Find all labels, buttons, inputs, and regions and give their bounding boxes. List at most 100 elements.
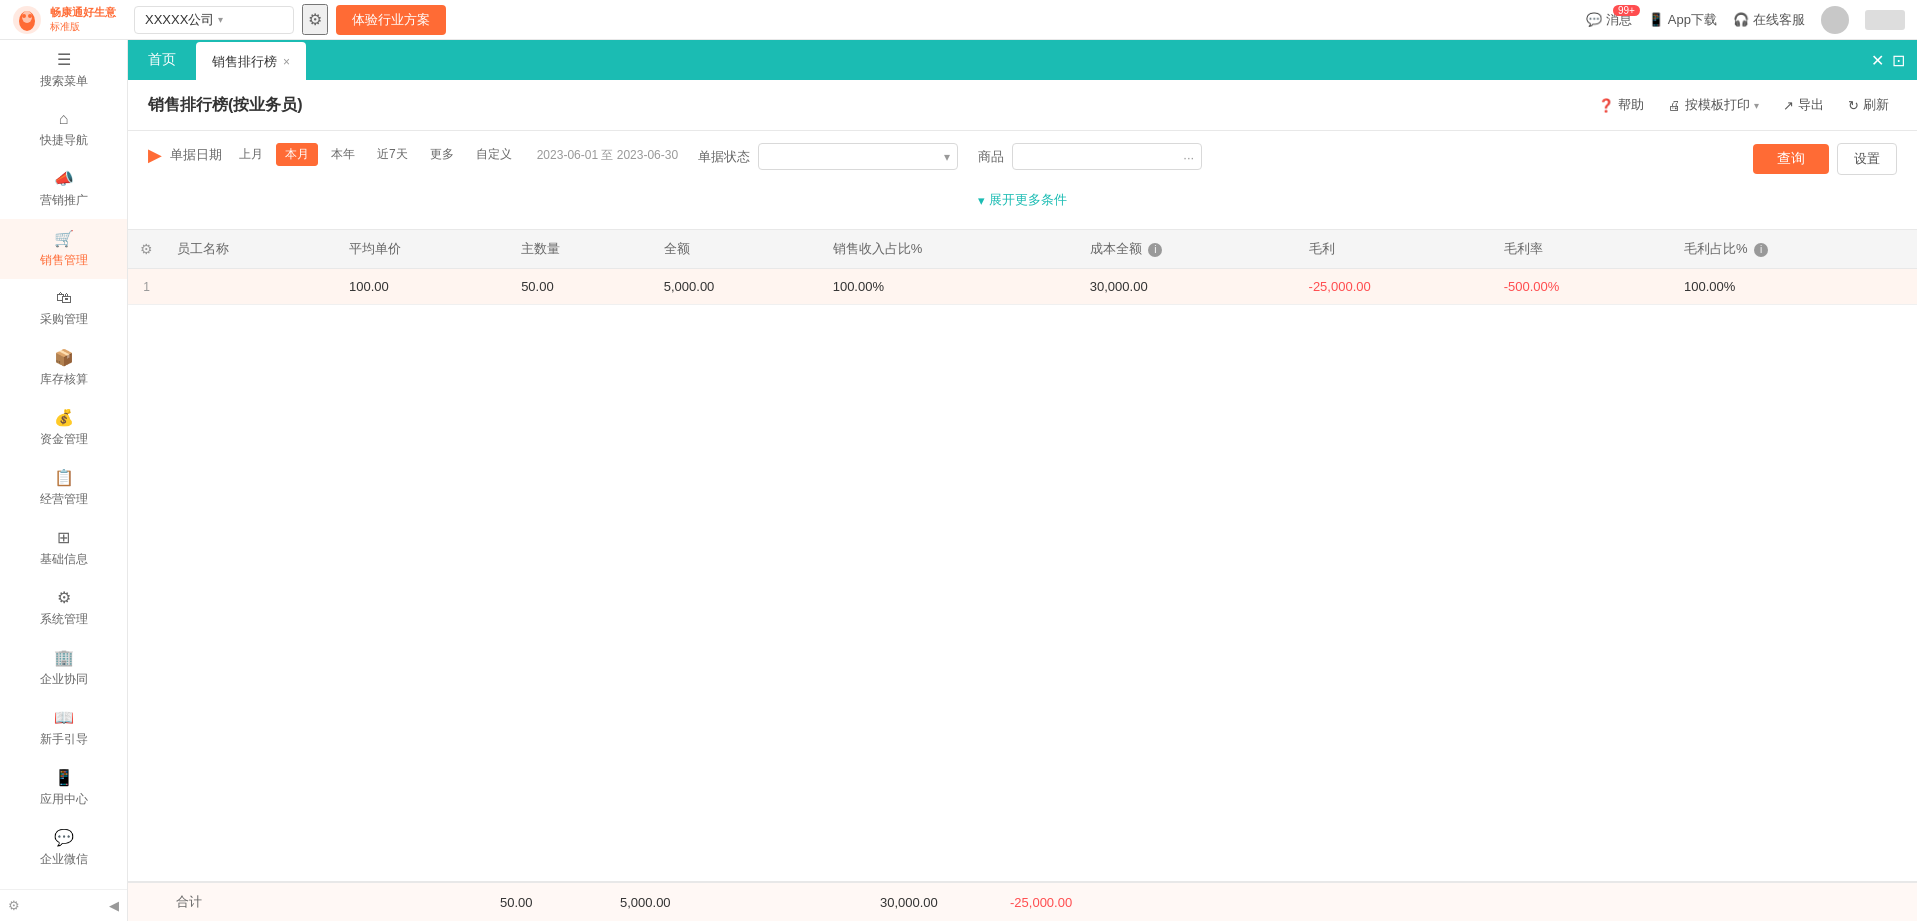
tab-close-button[interactable]: × — [283, 55, 290, 69]
total-cost: 30,000.00 — [880, 895, 1010, 910]
sales-icon: 🛒 — [54, 229, 74, 248]
print-dropdown-arrow: ▾ — [1754, 100, 1759, 111]
page-actions: ❓ 帮助 🖨 按模板打印 ▾ ↗ 导出 ↻ — [1590, 92, 1897, 130]
content-area: 首页 销售排行榜 × ✕ ⊡ 销售排行榜(按业务员) ❓ — [128, 40, 1917, 921]
online-service-button[interactable]: 🎧 在线客服 — [1733, 11, 1805, 29]
date-tab-this-month[interactable]: 本月 — [276, 143, 318, 166]
date-tab-last-month[interactable]: 上月 — [230, 143, 272, 166]
row-gross-rate: -500.00% — [1492, 269, 1672, 305]
expand-more-button[interactable]: ▾ 展开更多条件 — [148, 183, 1897, 217]
sidebar-item-corp[interactable]: 🏢 企业协同 — [0, 638, 127, 698]
sidebar-item-sales[interactable]: 🛒 销售管理 — [0, 219, 127, 279]
system-icon: ⚙ — [57, 588, 71, 607]
date-tab-7days[interactable]: 近7天 — [368, 143, 417, 166]
company-selector[interactable]: XXXXX公司 ▾ — [134, 6, 294, 34]
inventory-icon: 📦 — [54, 348, 74, 367]
tab-minimize-button[interactable]: ✕ — [1871, 51, 1884, 70]
app-logo: 畅康通好生意 标准版 — [12, 5, 122, 35]
finance-icon: 💰 — [54, 408, 74, 427]
filter-expand-icon[interactable]: ▶ — [148, 144, 162, 166]
goods-more-dots[interactable]: ··· — [1183, 149, 1194, 164]
row-gross-ratio: 100.00% — [1672, 269, 1917, 305]
col-qty: 主数量 — [509, 230, 652, 269]
date-tab-more[interactable]: 更多 — [421, 143, 463, 166]
marketing-icon: 📣 — [54, 169, 74, 188]
guide-icon: 📖 — [54, 708, 74, 727]
filter-section: ▶ 单据日期 上月 本月 本年 近7天 更多 自定义 20 — [128, 131, 1917, 230]
col-gross: 毛利 — [1297, 230, 1492, 269]
row-cost: 30,000.00 — [1078, 269, 1297, 305]
table-area: ⚙ 员工名称 平均单价 主数量 全额 销售收入占比% 成本全额 i — [128, 230, 1917, 556]
col-amount: 全额 — [652, 230, 821, 269]
date-tab-this-year[interactable]: 本年 — [322, 143, 364, 166]
apps-icon: 📱 — [54, 768, 74, 787]
sidebar-settings-icon[interactable]: ⚙ — [8, 898, 20, 913]
filter-grid: ▶ 单据日期 上月 本月 本年 近7天 更多 自定义 20 — [148, 143, 1897, 175]
help-button[interactable]: ❓ 帮助 — [1590, 92, 1652, 118]
basic-icon: ⊞ — [57, 528, 70, 547]
expand-down-icon: ▾ — [978, 193, 985, 208]
goods-filter-group: 商品 ··· — [978, 143, 1202, 170]
sidebar-item-apps[interactable]: 📱 应用中心 — [0, 758, 127, 818]
sidebar-item-guide[interactable]: 📖 新手引导 — [0, 698, 127, 758]
col-gross-ratio: 毛利占比% i — [1672, 230, 1917, 269]
row-amount: 5,000.00 — [652, 269, 821, 305]
col-sales-ratio: 销售收入占比% — [821, 230, 1078, 269]
sidebar-item-inventory[interactable]: 📦 库存核算 — [0, 338, 127, 398]
sidebar-item-marketing[interactable]: 📣 营销推广 — [0, 159, 127, 219]
purchase-icon: 🛍 — [56, 289, 72, 307]
tab-sales-ranking[interactable]: 销售排行榜 × — [196, 42, 306, 82]
table-spacer — [128, 556, 1917, 882]
row-qty: 50.00 — [509, 269, 652, 305]
cost-info-icon[interactable]: i — [1148, 243, 1162, 257]
goods-input[interactable] — [1012, 143, 1202, 170]
data-table: ⚙ 员工名称 平均单价 主数量 全额 销售收入占比% 成本全额 i — [128, 230, 1917, 305]
company-settings-button[interactable]: ⚙ — [302, 4, 328, 35]
sidebar: ☰ 搜索菜单 ⌂ 快捷导航 📣 营销推广 🛒 销售管理 — [0, 40, 128, 921]
search-menu-icon: ☰ — [57, 50, 71, 69]
filter-right-actions: 查询 设置 — [1753, 143, 1897, 175]
gross-ratio-info-icon[interactable]: i — [1754, 243, 1768, 257]
total-gross: -25,000.00 — [1010, 895, 1120, 910]
top-bar-right: 💬 消息 99+ 📱 App下载 🎧 在线客服 — [1586, 6, 1905, 34]
page-title: 销售排行榜(按业务员) — [148, 95, 303, 128]
sidebar-nav: ☰ 搜索菜单 ⌂ 快捷导航 📣 营销推广 🛒 销售管理 — [0, 40, 127, 889]
table-settings-icon[interactable]: ⚙ — [140, 241, 153, 257]
print-button[interactable]: 🖨 按模板打印 ▾ — [1660, 92, 1767, 118]
help-icon: ❓ — [1598, 98, 1614, 113]
sidebar-item-finance[interactable]: 💰 资金管理 — [0, 398, 127, 458]
sidebar-item-purchase[interactable]: 🛍 采购管理 — [0, 279, 127, 338]
set-button[interactable]: 设置 — [1837, 143, 1897, 175]
export-button[interactable]: ↗ 导出 — [1775, 92, 1832, 118]
tab-home[interactable]: 首页 — [128, 40, 196, 80]
status-filter-label: 单据状态 — [698, 148, 750, 166]
query-button[interactable]: 查询 — [1753, 144, 1829, 174]
expand-more-row: ▾ 展开更多条件 — [148, 183, 1897, 217]
sidebar-item-wechat[interactable]: 💬 企业微信 — [0, 818, 127, 878]
message-button[interactable]: 💬 消息 99+ — [1586, 11, 1632, 29]
col-settings: ⚙ — [128, 230, 165, 269]
sidebar-item-search[interactable]: ☰ 搜索菜单 — [0, 40, 127, 100]
status-select[interactable] — [758, 143, 958, 170]
date-filter-group: ▶ 单据日期 上月 本月 本年 近7天 更多 自定义 20 — [148, 143, 678, 166]
sidebar-item-operations[interactable]: 📋 经营管理 — [0, 458, 127, 518]
row-name — [165, 269, 337, 305]
sidebar-collapse-icon[interactable]: ◀ — [109, 898, 119, 913]
status-select-wrapper — [758, 143, 958, 170]
sidebar-item-member[interactable]: V 畅会员 — [0, 878, 127, 889]
export-icon: ↗ — [1783, 98, 1794, 113]
date-range-display: 2023-06-01 至 2023-06-30 — [537, 147, 678, 164]
tab-fullscreen-button[interactable]: ⊡ — [1892, 51, 1905, 70]
trial-industry-button[interactable]: 体验行业方案 — [336, 5, 446, 35]
refresh-button[interactable]: ↻ 刷新 — [1840, 92, 1897, 118]
date-tab-custom[interactable]: 自定义 — [467, 143, 521, 166]
total-row: 合计 50.00 5,000.00 30,000.00 -25,000.00 — [128, 883, 1917, 921]
app-download-button[interactable]: 📱 App下载 — [1648, 11, 1717, 29]
tab-bar: 首页 销售排行榜 × ✕ ⊡ — [128, 40, 1917, 80]
avatar[interactable] — [1821, 6, 1849, 34]
sidebar-item-basic[interactable]: ⊞ 基础信息 — [0, 518, 127, 578]
sidebar-item-system[interactable]: ⚙ 系统管理 — [0, 578, 127, 638]
row-gross: -25,000.00 — [1297, 269, 1492, 305]
sidebar-item-shortcut[interactable]: ⌂ 快捷导航 — [0, 100, 127, 159]
table-row: 1 100.00 50.00 5,000.00 100.00% 30,000.0… — [128, 269, 1917, 305]
